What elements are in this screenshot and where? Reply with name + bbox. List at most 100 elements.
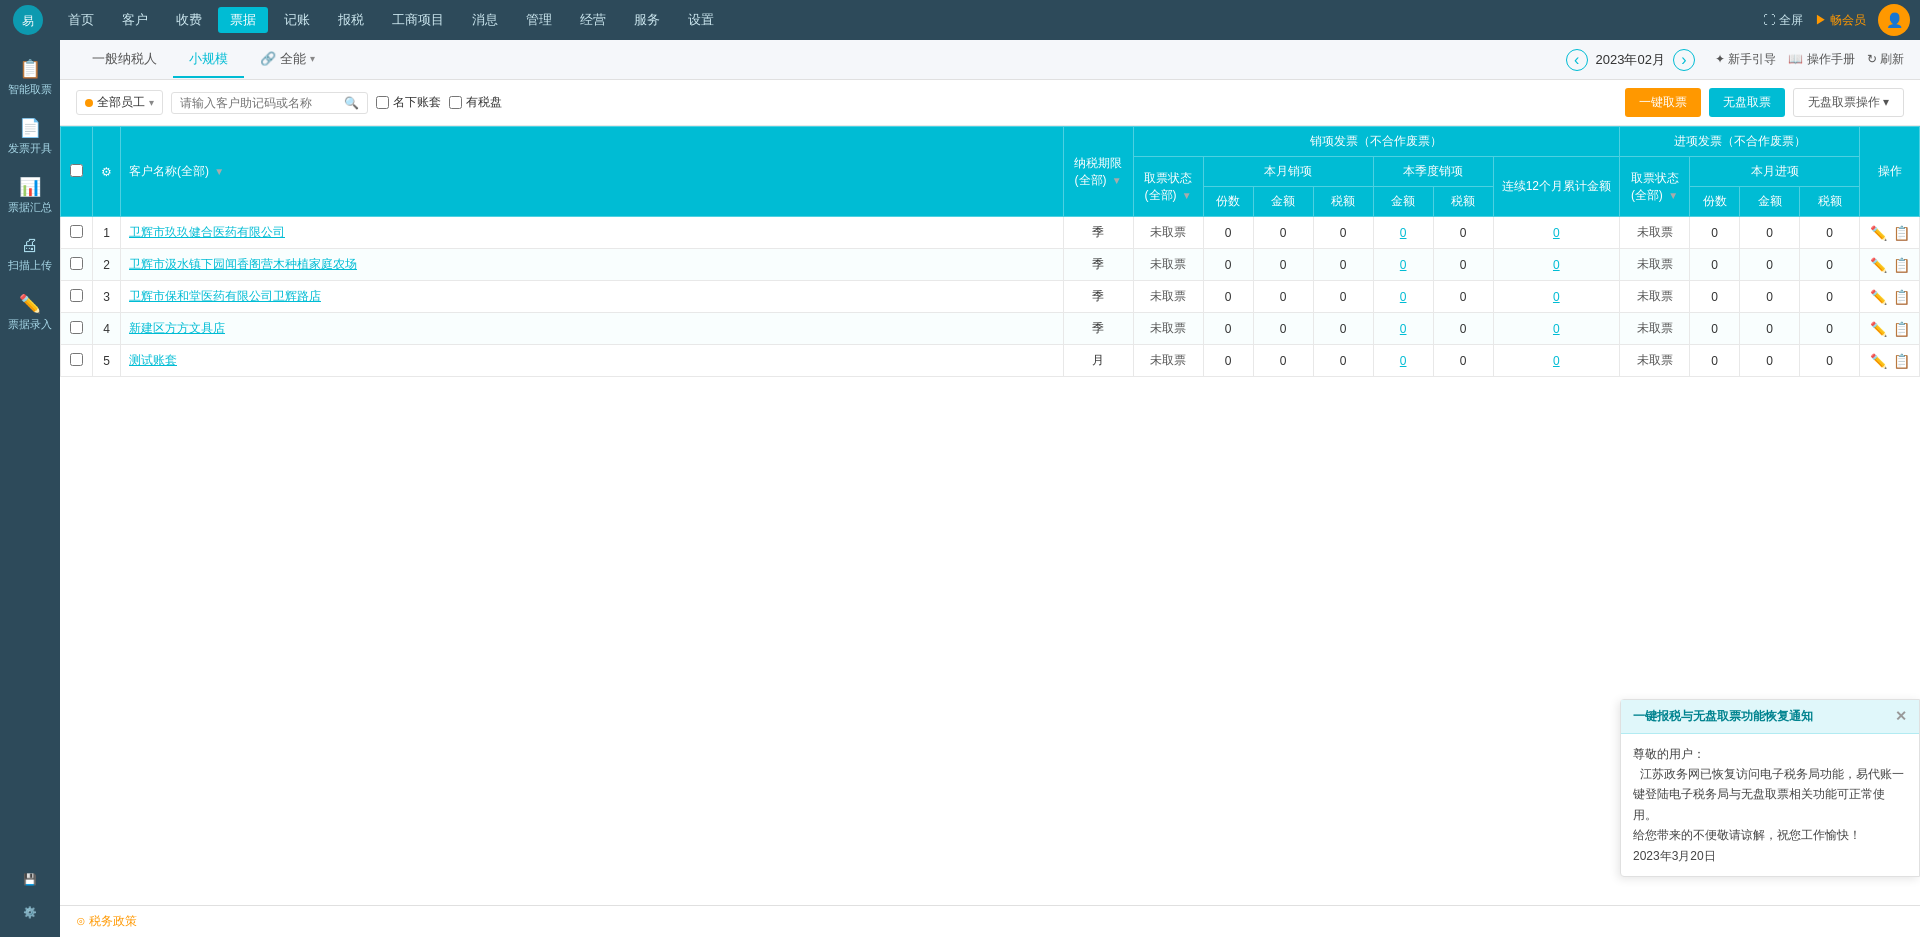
select-all-checkbox[interactable] — [70, 164, 83, 177]
row-checkbox[interactable] — [70, 353, 83, 366]
edit-icon[interactable]: ✏️ — [1870, 321, 1887, 337]
nav-bookkeeping[interactable]: 记账 — [272, 7, 322, 33]
nav-home[interactable]: 首页 — [56, 7, 106, 33]
customer-name-link[interactable]: 卫辉市玖玖健合医药有限公司 — [129, 225, 285, 239]
tab-general-taxpayer[interactable]: 一般纳税人 — [76, 42, 173, 78]
no-disk-operations-btn[interactable]: 无盘取票操作 ▾ — [1793, 88, 1904, 117]
edit-icon[interactable]: ✏️ — [1870, 225, 1887, 241]
table-row: 3 卫辉市保和堂医药有限公司卫辉路店 季 未取票 0 0 0 0 0 0 未取票… — [61, 281, 1920, 313]
row-checkbox[interactable] — [70, 321, 83, 334]
sidebar-item-smart-ticket[interactable]: 📋 智能取票 — [2, 50, 58, 105]
fullscreen-btn[interactable]: ⛶ 全屏 — [1763, 12, 1802, 29]
edit-icon[interactable]: ✏️ — [1870, 353, 1887, 369]
user-avatar[interactable]: 👤 — [1878, 4, 1910, 36]
sidebar-item-invoice-summary[interactable]: 📊 票据汇总 — [2, 168, 58, 223]
customer-name-link[interactable]: 卫辉市汲水镇下园闻香阁营木种植家庭农场 — [129, 257, 357, 271]
sidebar-item-invoice-entry[interactable]: ✏️ 票据录入 — [2, 285, 58, 340]
col-settings: ⚙ — [93, 127, 121, 217]
row-purchase-monthly-amount: 0 — [1740, 217, 1800, 249]
sidebar-item-label: 发票开具 — [8, 141, 52, 156]
no-disk-get-btn[interactable]: 无盘取票 — [1709, 88, 1785, 117]
notification-close-btn[interactable]: ✕ — [1895, 708, 1907, 724]
row-checkbox-cell — [61, 249, 93, 281]
search-input[interactable] — [180, 96, 340, 110]
my-accounts-checkbox[interactable] — [376, 96, 389, 109]
row-sales-monthly-tax: 0 — [1313, 249, 1373, 281]
sidebar-item-invoice-issue[interactable]: 📄 发票开具 — [2, 109, 58, 164]
sidebar-item-scan-upload[interactable]: 🖨 扫描上传 — [2, 227, 58, 281]
customer-name-link[interactable]: 卫辉市保和堂医药有限公司卫辉路店 — [129, 289, 321, 303]
employee-filter-label: 全部员工 — [97, 94, 145, 111]
refresh-btn[interactable]: ↻ 刷新 — [1867, 51, 1904, 68]
annual-amount-link[interactable]: 0 — [1553, 322, 1560, 336]
col-sales-group: 销项发票（不合作废票） — [1133, 127, 1619, 157]
annual-amount-link[interactable]: 0 — [1553, 258, 1560, 272]
row-checkbox[interactable] — [70, 289, 83, 302]
col-sales-monthly-amount: 金额 — [1253, 187, 1313, 217]
quarterly-amount-link[interactable]: 0 — [1400, 322, 1407, 336]
view-icon[interactable]: 📋 — [1893, 257, 1910, 273]
one-click-get-btn[interactable]: 一键取票 — [1625, 88, 1701, 117]
nav-tax[interactable]: 报税 — [326, 7, 376, 33]
nav-message[interactable]: 消息 — [460, 7, 510, 33]
row-sales-annual: 0 — [1493, 249, 1619, 281]
tab-all-in-one[interactable]: 🔗 全能 ▾ — [244, 42, 331, 78]
sidebar-item-download[interactable]: 💾 — [2, 865, 58, 894]
vip-btn[interactable]: ▶ 畅会员 — [1815, 12, 1866, 29]
row-checkbox[interactable] — [70, 225, 83, 238]
row-period: 季 — [1063, 281, 1133, 313]
tax-policy-link[interactable]: ⊙ 税务政策 — [76, 913, 137, 930]
view-icon[interactable]: 📋 — [1893, 321, 1910, 337]
row-customer-name: 测试账套 — [121, 345, 1064, 377]
nav-service[interactable]: 服务 — [622, 7, 672, 33]
row-sales-monthly-count: 0 — [1203, 249, 1253, 281]
nav-settings[interactable]: 设置 — [676, 7, 726, 33]
sidebar-item-label: 票据汇总 — [8, 200, 52, 215]
nav-business[interactable]: 工商项目 — [380, 7, 456, 33]
annual-amount-link[interactable]: 0 — [1553, 354, 1560, 368]
has-taxdisk-checkbox[interactable] — [449, 96, 462, 109]
col-purchase-monthly-amount: 金额 — [1740, 187, 1800, 217]
customer-name-link[interactable]: 新建区方方文具店 — [129, 321, 225, 335]
view-icon[interactable]: 📋 — [1893, 225, 1910, 241]
toolbar-right: 一键取票 无盘取票 无盘取票操作 ▾ — [1625, 88, 1904, 117]
quarterly-amount-link[interactable]: 0 — [1400, 258, 1407, 272]
nav-invoice[interactable]: 票据 — [218, 7, 268, 33]
sidebar-item-settings[interactable]: ⚙️ — [2, 898, 58, 927]
row-sales-monthly-tax: 0 — [1313, 345, 1373, 377]
checkbox-has-taxdisk[interactable]: 有税盘 — [449, 94, 502, 111]
row-purchase-status: 未取票 — [1620, 217, 1690, 249]
tab-small-scale[interactable]: 小规模 — [173, 42, 244, 78]
annual-amount-link[interactable]: 0 — [1553, 226, 1560, 240]
filter-dot-icon — [85, 99, 93, 107]
annual-amount-link[interactable]: 0 — [1553, 290, 1560, 304]
nav-billing[interactable]: 收费 — [164, 7, 214, 33]
view-icon[interactable]: 📋 — [1893, 289, 1910, 305]
row-sales-monthly-tax: 0 — [1313, 281, 1373, 313]
nav-manage[interactable]: 管理 — [514, 7, 564, 33]
row-sales-status: 未取票 — [1133, 281, 1203, 313]
edit-icon[interactable]: ✏️ — [1870, 289, 1887, 305]
table-body: 1 卫辉市玖玖健合医药有限公司 季 未取票 0 0 0 0 0 0 未取票 0 … — [61, 217, 1920, 377]
quarterly-amount-link[interactable]: 0 — [1400, 354, 1407, 368]
has-taxdisk-label: 有税盘 — [466, 94, 502, 111]
prev-month-btn[interactable]: ‹ — [1566, 49, 1588, 71]
sub-tabs-bar: 一般纳税人 小规模 🔗 全能 ▾ ‹ 2023年02月 › ✦ 新手引导 📖 操… — [60, 40, 1920, 80]
edit-icon[interactable]: ✏️ — [1870, 257, 1887, 273]
employee-filter[interactable]: 全部员工 ▾ — [76, 90, 163, 115]
nav-operation[interactable]: 经营 — [568, 7, 618, 33]
checkbox-my-accounts[interactable]: 名下账套 — [376, 94, 441, 111]
col-tax-period: 纳税期限(全部) ▼ — [1063, 127, 1133, 217]
nav-customer[interactable]: 客户 — [110, 7, 160, 33]
beginner-guide-btn[interactable]: ✦ 新手引导 — [1715, 51, 1776, 68]
manual-btn[interactable]: 📖 操作手册 — [1788, 51, 1854, 68]
quarterly-amount-link[interactable]: 0 — [1400, 290, 1407, 304]
quarterly-amount-link[interactable]: 0 — [1400, 226, 1407, 240]
next-month-btn[interactable]: › — [1673, 49, 1695, 71]
row-checkbox[interactable] — [70, 257, 83, 270]
search-icon[interactable]: 🔍 — [344, 96, 359, 110]
view-icon[interactable]: 📋 — [1893, 353, 1910, 369]
row-checkbox-cell — [61, 313, 93, 345]
customer-name-link[interactable]: 测试账套 — [129, 353, 177, 367]
row-purchase-monthly-tax: 0 — [1800, 217, 1860, 249]
